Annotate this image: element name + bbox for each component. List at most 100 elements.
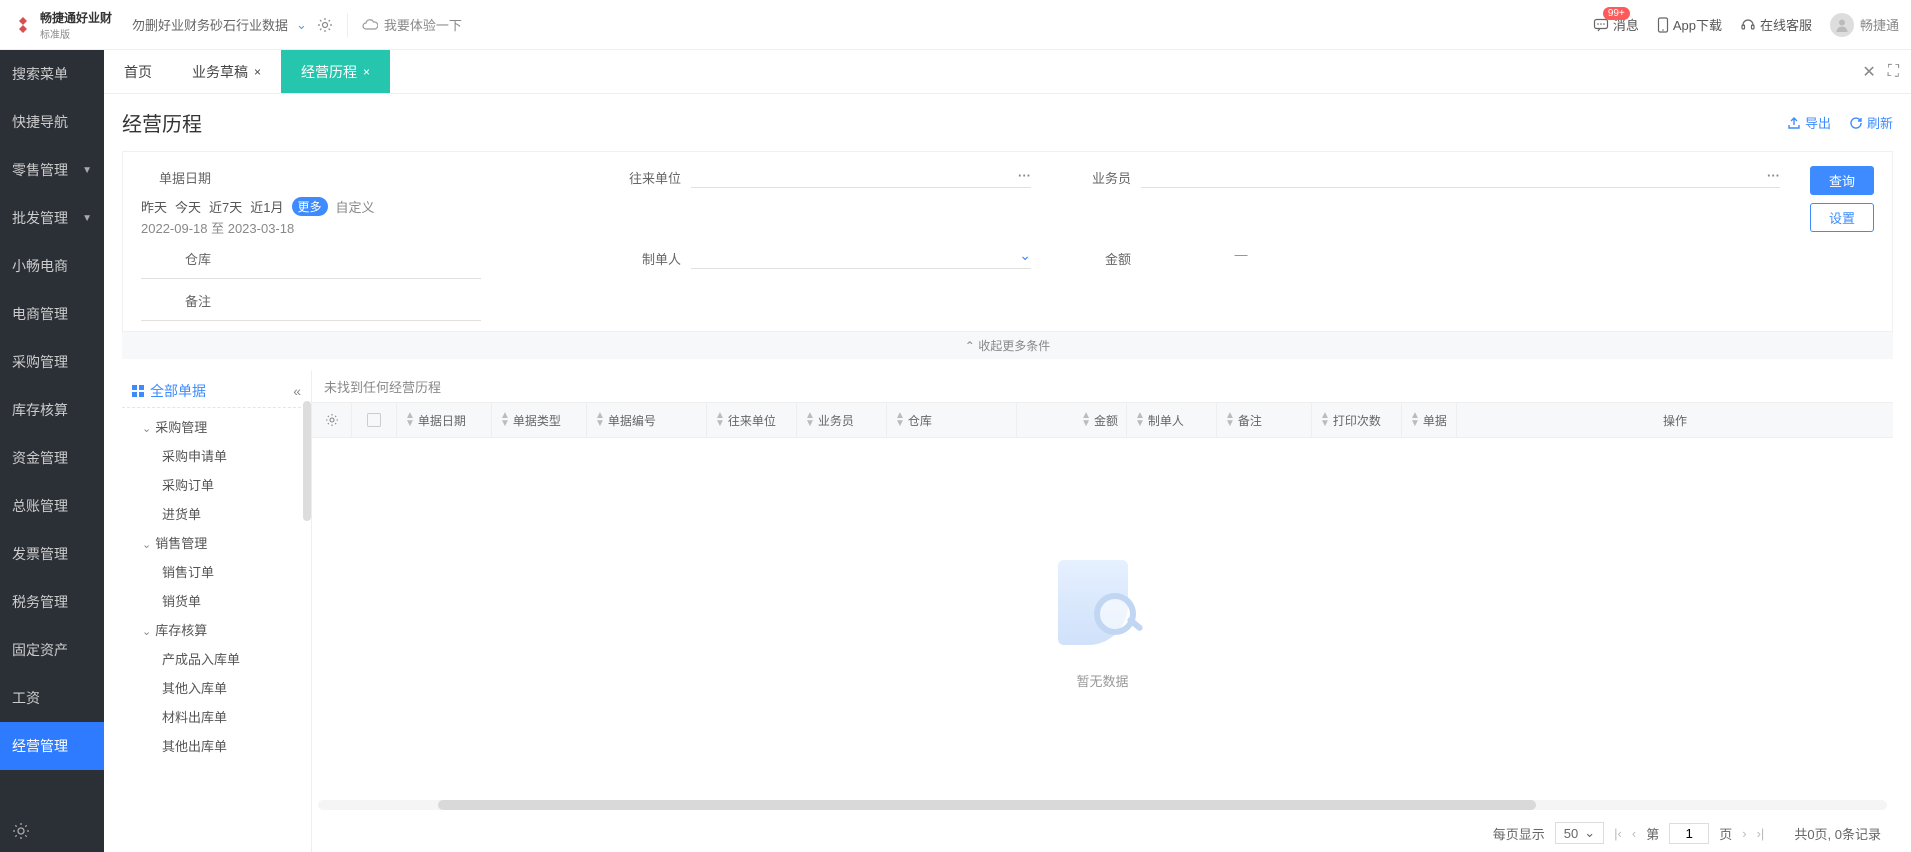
tree-leaf[interactable]: 材料出库单 (122, 702, 311, 731)
online-service-button[interactable]: 在线客服 (1740, 15, 1812, 34)
tree-collapse-icon[interactable]: « (293, 383, 301, 399)
page-input[interactable] (1669, 823, 1709, 844)
scrollbar-thumb[interactable] (303, 401, 311, 521)
sidebar-item[interactable]: 批发管理▼ (0, 194, 104, 242)
partner-input[interactable]: ··· (691, 166, 1031, 188)
tree-leaf[interactable]: 其他入库单 (122, 673, 311, 702)
sidebar-item[interactable]: 经营管理 (0, 722, 104, 770)
sidebar-item[interactable]: 总账管理 (0, 482, 104, 530)
tree-leaf[interactable]: 进货单 (122, 499, 311, 528)
tree-leaf[interactable]: 采购订单 (122, 470, 311, 499)
sort-icon[interactable]: ▲▼ (500, 412, 510, 428)
tree-leaf[interactable]: 产成品入库单 (122, 644, 311, 673)
settings-button[interactable]: 设置 (1810, 203, 1874, 232)
sidebar-item[interactable]: 发票管理 (0, 530, 104, 578)
export-button[interactable]: 导出 (1787, 113, 1831, 132)
sidebar-item[interactable]: 快捷导航 (0, 98, 104, 146)
user-menu[interactable]: 畅捷通 (1830, 13, 1899, 37)
column-header[interactable]: ▲▼业务员 (797, 403, 887, 437)
gear-icon[interactable] (317, 17, 333, 33)
column-header[interactable]: ▲▼仓库 (887, 403, 1017, 437)
column-header[interactable]: ▲▼单据 (1402, 403, 1457, 437)
date-custom[interactable]: 自定义 (336, 197, 375, 216)
date-quick-option[interactable]: 今天 (175, 197, 201, 216)
column-header[interactable]: ▲▼制单人 (1127, 403, 1217, 437)
sidebar-item[interactable]: 固定资产 (0, 626, 104, 674)
column-header[interactable]: ▲▼金额 (1017, 403, 1127, 437)
checkbox[interactable] (367, 413, 381, 427)
remark-input[interactable] (141, 320, 481, 321)
close-all-icon[interactable]: ✕ (1862, 62, 1875, 82)
more-dots-icon[interactable]: ··· (1767, 168, 1780, 183)
sort-icon[interactable]: ▲▼ (895, 412, 905, 428)
horizontal-scrollbar[interactable] (318, 800, 1887, 810)
column-header[interactable]: ▲▼单据日期 (397, 403, 492, 437)
select-all[interactable] (352, 403, 397, 437)
collapse-filters[interactable]: ⌃ 收起更多条件 (122, 332, 1893, 359)
app-download-button[interactable]: App下载 (1657, 15, 1722, 34)
sort-icon[interactable]: ▲▼ (1410, 412, 1420, 428)
tree-leaf[interactable]: 其他出库单 (122, 731, 311, 760)
date-quick-option[interactable]: 近1月 (250, 197, 283, 216)
sort-icon[interactable]: ▲▼ (1320, 412, 1330, 428)
tree-group[interactable]: 采购管理 (122, 412, 311, 441)
date-quick-option[interactable]: 近7天 (209, 197, 242, 216)
sidebar-item[interactable]: 采购管理 (0, 338, 104, 386)
sidebar-item[interactable]: 搜索菜单 (0, 50, 104, 98)
sort-icon[interactable]: ▲▼ (595, 412, 605, 428)
brand-edition: 标准版 (40, 26, 112, 41)
sort-icon[interactable]: ▲▼ (715, 412, 725, 428)
column-settings[interactable] (312, 403, 352, 437)
tree-group[interactable]: 库存核算 (122, 615, 311, 644)
first-page[interactable]: |‹ (1614, 826, 1622, 841)
per-page-select[interactable]: 50 ⌄ (1555, 822, 1604, 844)
filter-label: 金额 (1061, 247, 1131, 268)
date-more-pill[interactable]: 更多 (292, 197, 328, 216)
last-page[interactable]: ›| (1757, 826, 1765, 841)
tree-leaf[interactable]: 销货单 (122, 586, 311, 615)
column-header[interactable]: ▲▼打印次数 (1312, 403, 1402, 437)
sort-icon[interactable]: ▲▼ (1135, 412, 1145, 428)
tree-leaf[interactable]: 销售订单 (122, 557, 311, 586)
next-page[interactable]: › (1742, 826, 1746, 841)
tab[interactable]: 业务草稿× (172, 50, 281, 93)
sidebar-item[interactable]: 资金管理 (0, 434, 104, 482)
refresh-button[interactable]: 刷新 (1849, 113, 1893, 132)
tree-leaf[interactable]: 采购申请单 (122, 441, 311, 470)
column-header[interactable]: ▲▼单据编号 (587, 403, 707, 437)
sort-icon[interactable]: ▲▼ (1225, 412, 1235, 428)
warehouse-input[interactable]: ··· (141, 278, 481, 279)
close-icon[interactable]: × (254, 65, 261, 79)
sort-icon[interactable]: ▲▼ (405, 412, 415, 428)
chevron-down-icon[interactable]: ⌄ (1019, 247, 1031, 264)
close-icon[interactable]: × (363, 65, 370, 79)
sidebar-item[interactable]: 税务管理 (0, 578, 104, 626)
tab[interactable]: 经营历程× (281, 50, 390, 93)
column-header[interactable]: 操作 (1457, 403, 1893, 437)
salesman-input[interactable]: ··· (1141, 166, 1780, 188)
message-button[interactable]: 消息 99+ (1593, 15, 1639, 34)
tree-group[interactable]: 销售管理 (122, 528, 311, 557)
sidebar-item[interactable]: 库存核算 (0, 386, 104, 434)
tab[interactable]: 首页 (104, 50, 172, 93)
sidebar-settings[interactable] (0, 810, 104, 852)
sidebar-item[interactable]: 工资 (0, 674, 104, 722)
sidebar-item[interactable]: 小畅电商 (0, 242, 104, 290)
scrollbar-thumb[interactable] (438, 800, 1536, 810)
column-header[interactable]: ▲▼往来单位 (707, 403, 797, 437)
more-dots-icon[interactable]: ··· (1018, 168, 1031, 183)
column-header[interactable]: ▲▼单据类型 (492, 403, 587, 437)
env-selector[interactable]: 勿删好业财务砂石行业数据 ⌄ (132, 15, 307, 34)
sort-icon[interactable]: ▲▼ (1081, 412, 1091, 428)
sidebar-item[interactable]: 零售管理▼ (0, 146, 104, 194)
prev-page[interactable]: ‹ (1632, 826, 1636, 841)
query-button[interactable]: 查询 (1810, 166, 1874, 195)
sidebar-item[interactable]: 电商管理 (0, 290, 104, 338)
tree-root[interactable]: 全部单据 « (122, 375, 311, 408)
maker-input[interactable]: ⌄ (691, 247, 1031, 269)
fullscreen-icon[interactable]: ⛶ (1888, 63, 1899, 81)
try-experience[interactable]: 我要体验一下 (362, 15, 462, 34)
sort-icon[interactable]: ▲▼ (805, 412, 815, 428)
date-quick-option[interactable]: 昨天 (141, 197, 167, 216)
column-header[interactable]: ▲▼备注 (1217, 403, 1312, 437)
